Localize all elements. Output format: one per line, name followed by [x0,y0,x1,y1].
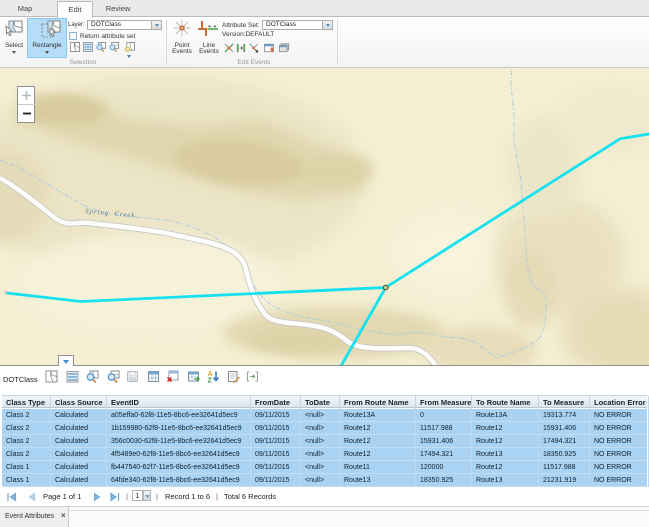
svg-text:Z: Z [207,378,212,384]
